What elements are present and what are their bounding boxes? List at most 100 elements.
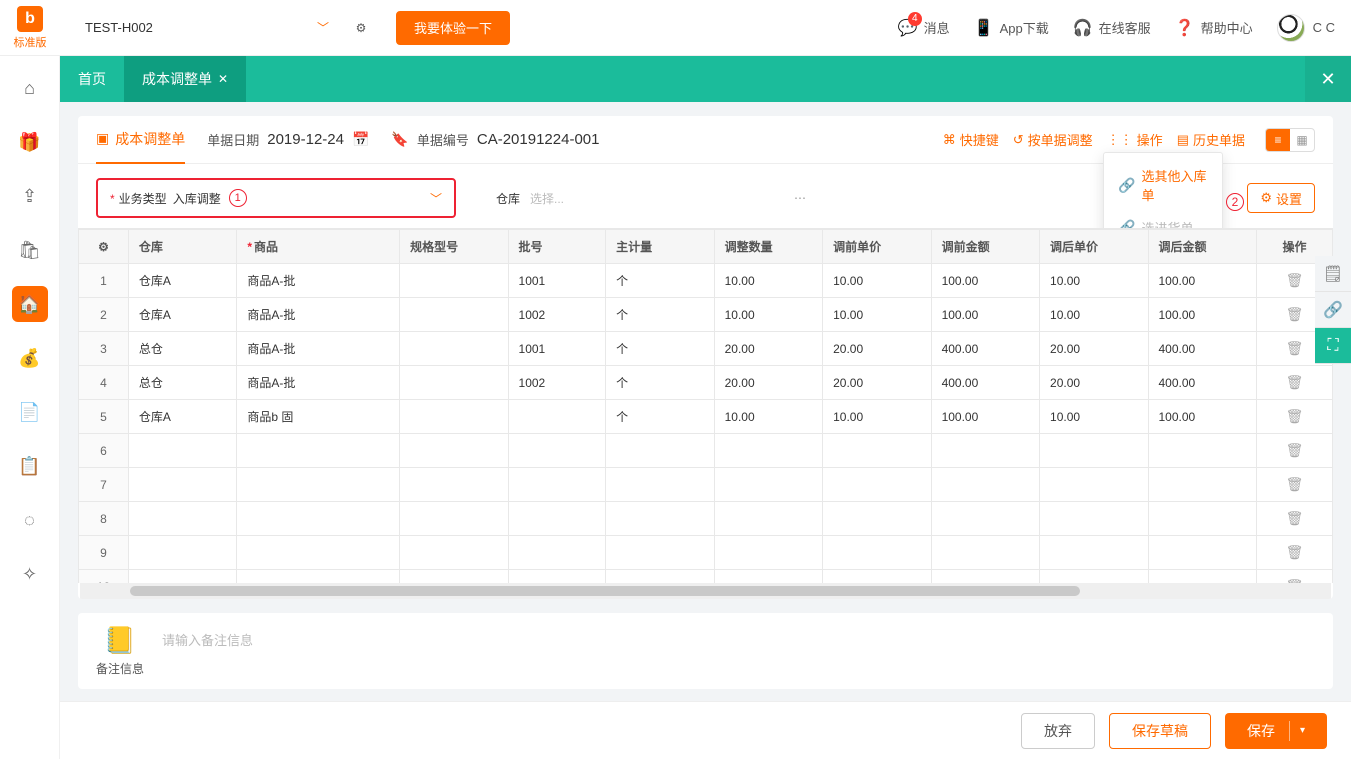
table-row[interactable]: 2 仓库A 商品A-批 1002 个 10.00 10.00 100.00 10… [79, 298, 1333, 332]
select-other-inbound[interactable]: 🔗选其他入库单 [1104, 159, 1222, 211]
ellipsis-icon: ⋯ [794, 191, 806, 205]
customer-service-button[interactable]: 🎧 在线客服 [1073, 18, 1151, 38]
col-spec[interactable]: 规格型号 [400, 230, 508, 264]
col-after-price[interactable]: 调后单价 [1040, 230, 1148, 264]
note-tool-icon[interactable]: 🗒 [1315, 256, 1351, 292]
chevron-down-icon: ﹀ [430, 190, 442, 207]
link-icon: 🔗 [1118, 177, 1135, 194]
settings-button[interactable]: ⚙ 设置 [1247, 183, 1315, 213]
table-row[interactable]: 5 仓库A 商品b 固 个 10.00 10.00 100.00 10.00 1… [79, 400, 1333, 434]
col-qty[interactable]: 调整数量 [714, 230, 822, 264]
col-after-amount[interactable]: 调后金额 [1148, 230, 1256, 264]
business-type-field[interactable]: *业务类型入库调整 1 ﹀ [96, 178, 456, 218]
col-product[interactable]: *商品 [237, 230, 400, 264]
calendar-icon: 📅 [352, 131, 369, 148]
delete-row-button[interactable]: 🗑 [1256, 536, 1332, 570]
list-view-icon[interactable]: ≡ [1266, 129, 1290, 151]
close-icon[interactable]: ✕ [218, 72, 228, 86]
user-name[interactable]: C C [1313, 20, 1335, 35]
gear-header[interactable]: ⚙ [79, 230, 129, 264]
tab-cost-adjust[interactable]: 成本调整单 ✕ [124, 56, 246, 102]
delete-row-button[interactable]: 🗑 [1256, 468, 1332, 502]
col-before-amount[interactable]: 调前金额 [931, 230, 1039, 264]
messages-button[interactable]: 💬 4 消息 [898, 18, 950, 38]
warehouse-field[interactable]: 仓库 选择... ⋯ [496, 190, 806, 207]
discard-button[interactable]: 放弃 [1021, 713, 1095, 749]
view-toggle: ≡ ▦ [1265, 128, 1315, 152]
link-tool-icon[interactable]: 🔗 [1315, 292, 1351, 328]
loop-icon[interactable]: ◌ [12, 502, 48, 538]
items-table: ⚙ 仓库 *商品 规格型号 批号 主计量 调整数量 调前单价 调前金额 调后单价 [78, 229, 1333, 583]
save-button[interactable]: 保存 ▾ [1225, 713, 1327, 749]
avatar[interactable] [1277, 14, 1305, 42]
chevron-down-icon[interactable]: ▾ [1300, 725, 1305, 736]
warehouse-icon[interactable]: 🏠 [12, 286, 48, 322]
doc-icon: ▣ [96, 130, 109, 147]
message-badge: 4 [908, 12, 922, 26]
doc-number: 🔖 单据编号 CA-20191224-001 [391, 130, 599, 149]
remarks-panel: 📒 备注信息 [78, 613, 1333, 689]
delete-row-button[interactable]: 🗑 [1256, 570, 1332, 584]
col-warehouse[interactable]: 仓库 [128, 230, 236, 264]
help-icon: ❓ [1175, 18, 1195, 38]
phone-icon: 📱 [974, 18, 994, 38]
delete-row-button[interactable]: 🗑 [1256, 502, 1332, 536]
help-center-button[interactable]: ❓ 帮助中心 [1175, 18, 1253, 38]
col-batch[interactable]: 批号 [508, 230, 606, 264]
table-row[interactable]: 9 🗑 [79, 536, 1333, 570]
horizontal-scrollbar[interactable] [80, 583, 1331, 599]
callout-1: 1 [229, 189, 247, 207]
col-uom[interactable]: 主计量 [606, 230, 714, 264]
float-tools: 🗒 🔗 ⛶ [1315, 256, 1351, 364]
trial-button[interactable]: 我要体验一下 [396, 11, 510, 45]
bag-icon[interactable]: 🛍 [12, 232, 48, 268]
app-download-button[interactable]: 📱 App下载 [974, 18, 1049, 38]
org-name: TEST-H002 [85, 20, 153, 35]
list-icon[interactable]: 📋 [12, 448, 48, 484]
table-row[interactable]: 6 🗑 [79, 434, 1333, 468]
table-row[interactable]: 8 🗑 [79, 502, 1333, 536]
home-icon[interactable]: ⌂ [12, 70, 48, 106]
shortcuts-button[interactable]: ⌘ 快捷键 [943, 130, 999, 149]
gear-icon[interactable]: ⚙ [346, 13, 376, 43]
table-row[interactable]: 10 🗑 [79, 570, 1333, 584]
history-button[interactable]: ▤ 历史单据 [1177, 130, 1245, 149]
by-doc-button[interactable]: ↺ 按单据调整 [1013, 130, 1093, 149]
delete-row-button[interactable]: 🗑 [1256, 434, 1332, 468]
save-draft-button[interactable]: 保存草稿 [1109, 713, 1211, 749]
upload-icon[interactable]: ⇪ [12, 178, 48, 214]
org-selector[interactable]: TEST-H002 ﹀ [72, 11, 342, 45]
money-icon[interactable]: 💰 [12, 340, 48, 376]
note-icon: 📒 [104, 625, 136, 656]
gift-icon[interactable]: 🎁 [12, 124, 48, 160]
remarks-input[interactable] [158, 625, 1315, 656]
logo[interactable]: b 标准版 [0, 6, 60, 50]
close-all-tabs[interactable]: ✕ [1305, 56, 1351, 102]
document-toolbar: ⌘ 快捷键 ↺ 按单据调整 ⋮⋮ 操作 ▤ 历史单据 ≡ ▦ [943, 128, 1315, 152]
table-row[interactable]: 1 仓库A 商品A-批 1001 个 10.00 10.00 100.00 10… [79, 264, 1333, 298]
table-row[interactable]: 3 总仓 商品A-批 1001 个 20.00 20.00 400.00 20.… [79, 332, 1333, 366]
ops-button[interactable]: ⋮⋮ 操作 [1107, 130, 1163, 149]
doc-date[interactable]: 单据日期 2019-12-24 📅 [207, 130, 369, 149]
topbar: b 标准版 TEST-H002 ﹀ ⚙ 我要体验一下 💬 4 消息 📱 App下… [0, 0, 1351, 56]
table-row[interactable]: 7 🗑 [79, 468, 1333, 502]
logo-icon: b [17, 6, 43, 32]
tab-home[interactable]: 首页 [60, 56, 124, 102]
expand-tool-icon[interactable]: ⛶ [1315, 328, 1351, 364]
tag-icon: 🔖 [391, 131, 408, 148]
report-icon[interactable]: 📄 [12, 394, 48, 430]
delete-row-button[interactable]: 🗑 [1256, 400, 1332, 434]
grid-view-icon[interactable]: ▦ [1290, 129, 1314, 151]
footer: 放弃 保存草稿 保存 ▾ [60, 701, 1351, 759]
headset-icon: 🎧 [1073, 18, 1093, 38]
remarks-header: 📒 备注信息 [96, 625, 144, 677]
table-container[interactable]: ⚙ 仓库 *商品 规格型号 批号 主计量 调整数量 调前单价 调前金额 调后单价 [78, 228, 1333, 583]
table-header-row: ⚙ 仓库 *商品 规格型号 批号 主计量 调整数量 调前单价 调前金额 调后单价 [79, 230, 1333, 264]
filter-row: *业务类型入库调整 1 ﹀ 仓库 选择... ⋯ ⚙ 设置 🔗选其他入库单 🔗选… [78, 164, 1333, 228]
table-row[interactable]: 4 总仓 商品A-批 1002 个 20.00 20.00 400.00 20.… [79, 366, 1333, 400]
col-before-price[interactable]: 调前单价 [823, 230, 931, 264]
document-tab[interactable]: ▣ 成本调整单 [96, 116, 185, 164]
scrollbar-thumb[interactable] [130, 586, 1080, 596]
new-icon[interactable]: ✧ [12, 556, 48, 592]
delete-row-button[interactable]: 🗑 [1256, 366, 1332, 400]
